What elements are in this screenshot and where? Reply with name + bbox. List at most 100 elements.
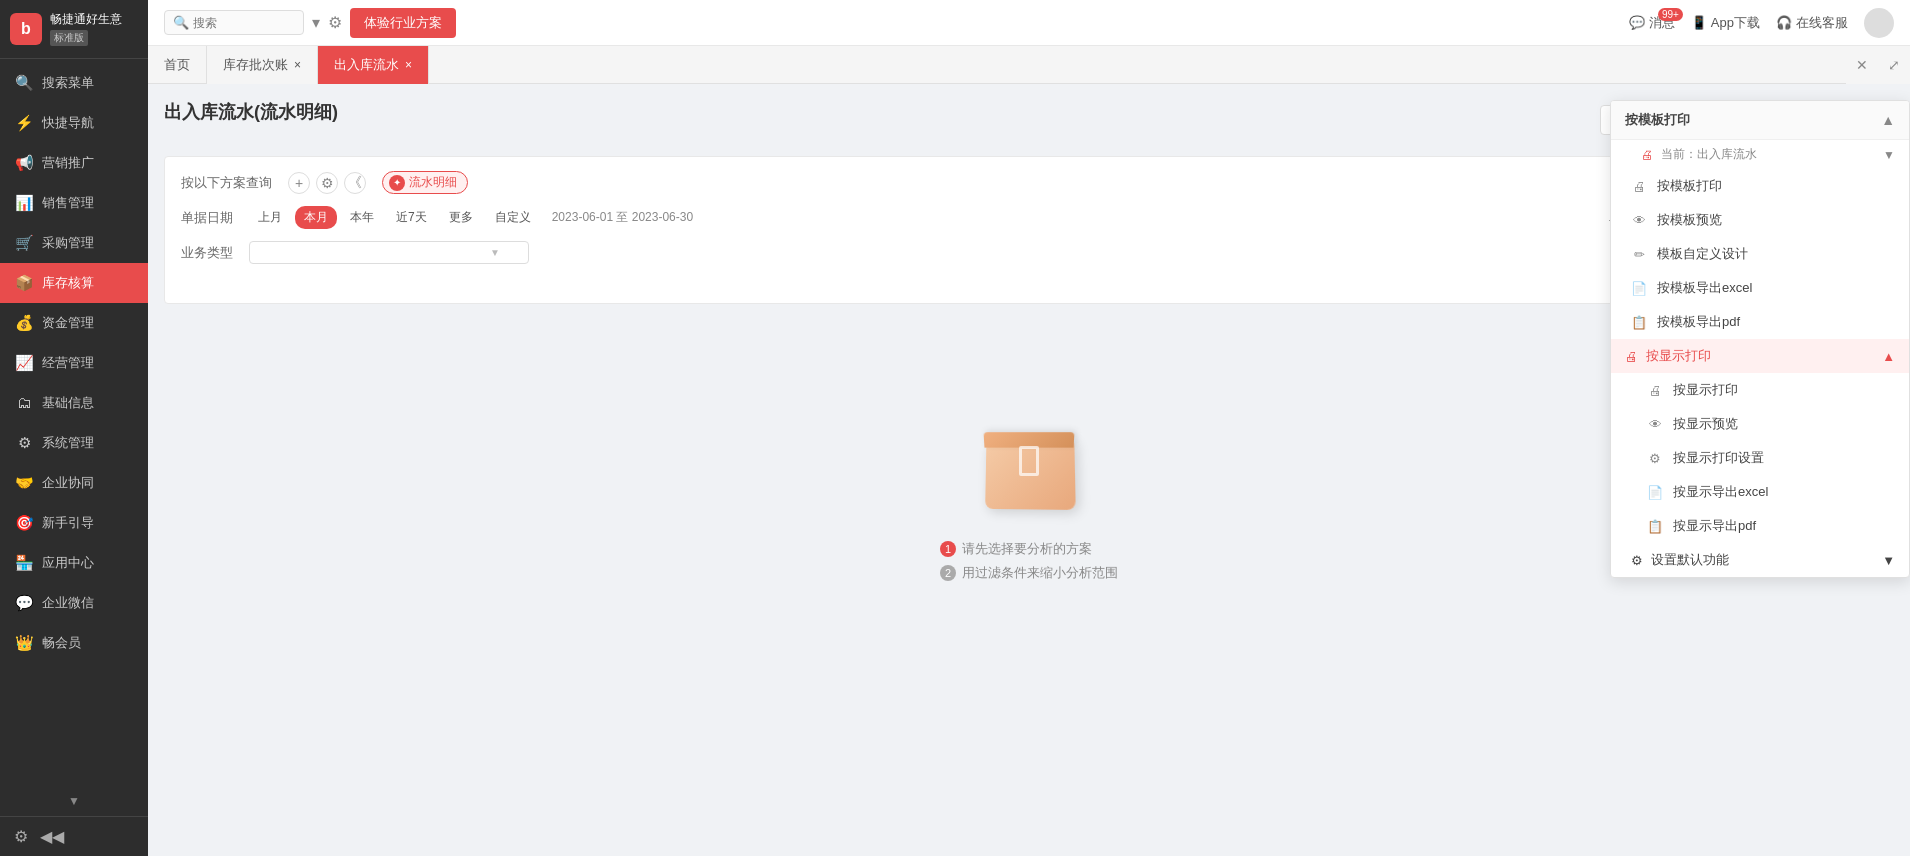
filter-settings-button[interactable]: ⚙: [316, 172, 338, 194]
search-nav-icon: 🔍: [14, 73, 34, 93]
dropdown-title: 按模板打印: [1625, 111, 1690, 129]
dropdown-template-preview[interactable]: 👁 按模板预览: [1611, 203, 1909, 237]
search-input[interactable]: [193, 16, 293, 30]
date-range-display: 2023-06-01 至 2023-06-30: [552, 209, 693, 226]
template-preview-icon: 👁: [1631, 212, 1647, 228]
current-item-icon: 🖨: [1641, 148, 1653, 162]
filter-collapse-button[interactable]: 《: [344, 172, 366, 194]
search-icon: 🔍: [173, 15, 189, 30]
topbar-settings-icon[interactable]: ⚙: [328, 13, 342, 32]
tab-stock-flow[interactable]: 出入库流水 ×: [318, 46, 429, 84]
marketing-nav-label: 营销推广: [42, 154, 94, 172]
app-download-button[interactable]: 📱 App下载: [1691, 14, 1760, 32]
sidebar-item-collab[interactable]: 🤝 企业协同: [0, 463, 148, 503]
dropdown-footer[interactable]: ⚙ 设置默认功能 ▼: [1611, 543, 1909, 577]
dropdown-template-export-excel[interactable]: 📄 按模板导出excel: [1611, 271, 1909, 305]
date-btn-this-year[interactable]: 本年: [341, 206, 383, 229]
date-options: 上月 本月 本年 近7天 更多 自定义 2023-06-01 至 2023-06…: [249, 206, 693, 229]
brand-name: 畅捷通好生意: [50, 12, 122, 28]
filter-add-button[interactable]: +: [288, 172, 310, 194]
dropdown-display-section-header[interactable]: 🖨 按显示打印 ▲: [1611, 339, 1909, 373]
empty-tip-2: 2 用过滤条件来缩小分析范围: [940, 564, 1118, 582]
operation-nav-label: 经营管理: [42, 354, 94, 372]
topbar-search-box[interactable]: 🔍: [164, 10, 304, 35]
date-btn-this-month[interactable]: 本月: [295, 206, 337, 229]
sales-nav-label: 销售管理: [42, 194, 94, 212]
footer-settings-label: 设置默认功能: [1651, 551, 1729, 569]
customer-service-button[interactable]: 🎧 在线客服: [1776, 14, 1848, 32]
business-type-select[interactable]: ▼: [249, 241, 529, 264]
tab-inventory-batch-label: 库存批次账: [223, 56, 288, 74]
sidebar-item-inventory[interactable]: 📦 库存核算: [0, 263, 148, 303]
sidebar-item-operation[interactable]: 📈 经营管理: [0, 343, 148, 383]
dropdown-template-export-pdf[interactable]: 📋 按模板导出pdf: [1611, 305, 1909, 339]
current-item-arrow: ▼: [1883, 148, 1895, 162]
template-design-icon: ✏: [1631, 246, 1647, 262]
marketing-nav-icon: 📢: [14, 153, 34, 173]
date-btn-last-month[interactable]: 上月: [249, 206, 291, 229]
tab-inventory-batch-close[interactable]: ×: [294, 58, 301, 72]
current-item-label: 当前：出入库流水: [1661, 146, 1757, 163]
sidebar-item-purchase[interactable]: 🛒 采购管理: [0, 223, 148, 263]
tab-maximize-window[interactable]: ⤢: [1878, 46, 1910, 84]
wechat-nav-label: 企业微信: [42, 594, 94, 612]
tab-home[interactable]: 首页: [148, 46, 207, 84]
purchase-nav-label: 采购管理: [42, 234, 94, 252]
active-filter-tag[interactable]: ✦ 流水明细: [382, 171, 468, 194]
sidebar-scroll-down[interactable]: ▼: [60, 790, 88, 812]
topbar-gear-icon[interactable]: ▾: [312, 13, 320, 32]
messages-badge: 99+: [1658, 8, 1683, 21]
home-tab-label: 首页: [164, 56, 190, 74]
settings-footer-icon[interactable]: ⚙: [14, 827, 28, 846]
dropdown-collapse-up[interactable]: ▲: [1881, 112, 1895, 128]
display-print-icon: 🖨: [1647, 382, 1663, 398]
dropdown-display-preview[interactable]: 👁 按显示预览: [1611, 407, 1909, 441]
sidebar-item-appstore[interactable]: 🏪 应用中心: [0, 543, 148, 583]
dropdown-current-item[interactable]: 🖨 当前：出入库流水 ▼: [1611, 140, 1909, 169]
dropdown-display-export-excel[interactable]: 📄 按显示导出excel: [1611, 475, 1909, 509]
template-excel-icon: 📄: [1631, 280, 1647, 296]
sidebar-item-system[interactable]: ⚙ 系统管理: [0, 423, 148, 463]
sidebar-item-member[interactable]: 👑 畅会员: [0, 623, 148, 663]
sidebar-item-guide[interactable]: 🎯 新手引导: [0, 503, 148, 543]
app-download-icon: 📱: [1691, 15, 1707, 30]
appstore-nav-label: 应用中心: [42, 554, 94, 572]
collab-nav-label: 企业协同: [42, 474, 94, 492]
display-settings-label: 按显示打印设置: [1673, 449, 1764, 467]
date-btn-more[interactable]: 更多: [440, 206, 482, 229]
dropdown-display-print[interactable]: 🖨 按显示打印: [1611, 373, 1909, 407]
sidebar-item-search[interactable]: 🔍 搜索菜单: [0, 63, 148, 103]
tab-inventory-batch[interactable]: 库存批次账 ×: [207, 46, 318, 84]
dropdown-display-print-settings[interactable]: ⚙ 按显示打印设置: [1611, 441, 1909, 475]
collapse-sidebar-icon[interactable]: ◀◀: [40, 827, 64, 846]
dropdown-display-export-pdf[interactable]: 📋 按显示导出pdf: [1611, 509, 1909, 543]
sidebar-item-wechat[interactable]: 💬 企业微信: [0, 583, 148, 623]
sidebar-item-basic[interactable]: 🗂 基础信息: [0, 383, 148, 423]
industry-solution-button[interactable]: 体验行业方案: [350, 8, 456, 38]
sidebar-item-shortcut[interactable]: ⚡ 快捷导航: [0, 103, 148, 143]
sidebar-item-marketing[interactable]: 📢 营销推广: [0, 143, 148, 183]
sidebar-item-finance[interactable]: 💰 资金管理: [0, 303, 148, 343]
dropdown-template-custom-design[interactable]: ✏ 模板自定义设计: [1611, 237, 1909, 271]
wechat-nav-icon: 💬: [14, 593, 34, 613]
tab-close-window[interactable]: ✕: [1846, 46, 1878, 84]
active-filter-label: 流水明细: [409, 174, 457, 191]
date-btn-custom[interactable]: 自定义: [486, 206, 540, 229]
tab-stock-flow-label: 出入库流水: [334, 56, 399, 74]
filter-actions: + ⚙ 《: [288, 172, 366, 194]
sidebar-item-sales[interactable]: 📊 销售管理: [0, 183, 148, 223]
member-nav-icon: 👑: [14, 633, 34, 653]
date-btn-7days[interactable]: 近7天: [387, 206, 436, 229]
user-avatar[interactable]: [1864, 8, 1894, 38]
tab-stock-flow-close[interactable]: ×: [405, 58, 412, 72]
display-preview-label: 按显示预览: [1673, 415, 1738, 433]
basic-nav-icon: 🗂: [14, 393, 34, 413]
system-nav-label: 系统管理: [42, 434, 94, 452]
messages-button[interactable]: 💬 消息 99+: [1629, 14, 1675, 32]
dropdown-template-print[interactable]: 🖨 按模板打印: [1611, 169, 1909, 203]
display-print-label: 按显示打印: [1673, 381, 1738, 399]
collab-nav-icon: 🤝: [14, 473, 34, 493]
sales-nav-icon: 📊: [14, 193, 34, 213]
brand-tag: 标准版: [50, 30, 88, 46]
display-section-icon: 🖨: [1625, 349, 1638, 364]
